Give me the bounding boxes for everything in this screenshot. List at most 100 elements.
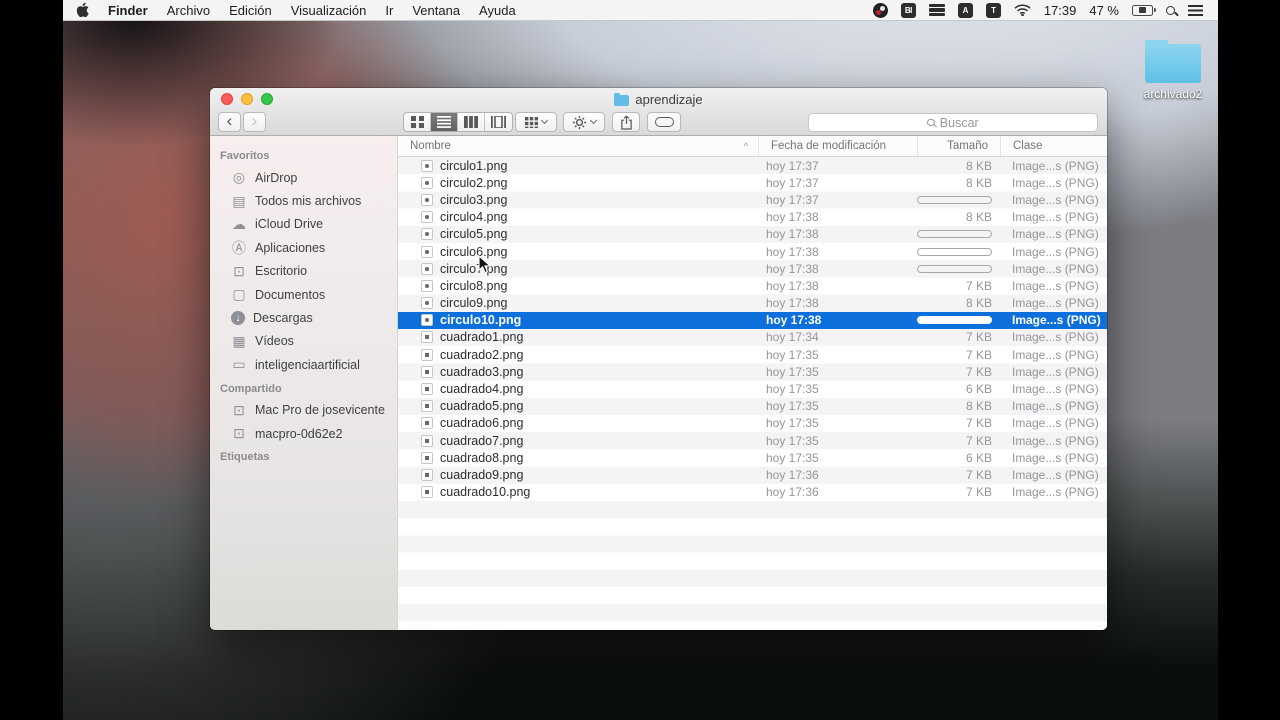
apple-menu[interactable] xyxy=(76,2,89,18)
stack-icon[interactable] xyxy=(928,3,945,17)
sidebar-item-aplicaciones[interactable]: Ⓐ Aplicaciones xyxy=(210,236,397,259)
file-name: circulo5.png xyxy=(440,227,508,242)
sidebar-item-inteligenciaartificial[interactable]: ▭ inteligenciaartificial xyxy=(210,353,397,376)
file-row-cuadrado2-png[interactable]: cuadrado2.png hoy 17:35 7 KB Image...s (PNG… xyxy=(398,346,1107,363)
file-name: circulo9.png xyxy=(440,296,508,311)
file-list: circulo1.png hoy 17:37 8 KB Image...s (PNG)… xyxy=(398,157,1107,630)
notification-center-icon[interactable] xyxy=(1188,4,1203,16)
size-progress-indicator xyxy=(917,195,992,204)
file-date: hoy 17:38 xyxy=(766,278,819,293)
file-size xyxy=(917,260,1000,277)
spotlight-search-icon[interactable] xyxy=(1166,5,1175,15)
sidebar-item-icloud-drive[interactable]: ☁ iCloud Drive xyxy=(210,213,397,236)
file-row-cuadrado5-png[interactable]: cuadrado5.png hoy 17:35 8 KB Image...s (PNG… xyxy=(398,398,1107,415)
sidebar: Favoritos ◎ AirDrop ▤ Todos mis archivos ☁ iCl… xyxy=(210,136,398,630)
sidebar-item-todos-mis-archivos[interactable]: ▤ Todos mis archivos xyxy=(210,189,397,212)
file-name-cell: cuadrado6.png xyxy=(398,415,758,432)
file-row-cuadrado8-png[interactable]: cuadrado8.png hoy 17:35 6 KB Image...s (PNG… xyxy=(398,449,1107,466)
icon-view-button[interactable] xyxy=(404,113,431,131)
file-name-cell: cuadrado4.png xyxy=(398,380,758,397)
tag-button[interactable] xyxy=(647,112,681,132)
file-row-circulo3-png[interactable]: circulo3.png hoy 17:37 Image...s (PNG) xyxy=(398,191,1107,208)
menu-bar-clock[interactable]: 17:39 xyxy=(1044,3,1077,18)
file-thumbnail xyxy=(421,245,433,258)
file-row-cuadrado7-png[interactable]: cuadrado7.png hoy 17:35 7 KB Image...s (PNG… xyxy=(398,432,1107,449)
file-name-cell: cuadrado1.png xyxy=(398,329,758,346)
file-row-circulo6-png[interactable]: circulo6.png hoy 17:38 Image...s (PNG) xyxy=(398,243,1107,260)
file-kind: Image...s (PNG) xyxy=(1012,244,1099,259)
sidebar-item-documentos[interactable]: ▢ Documentos xyxy=(210,283,397,306)
file-kind: Image...s (PNG) xyxy=(1012,313,1101,328)
file-size: 8 KB xyxy=(965,158,992,173)
forward-button[interactable]: › xyxy=(243,112,266,132)
t-icon[interactable]: T xyxy=(985,2,1001,18)
file-row-circulo8-png[interactable]: circulo8.png hoy 17:38 7 KB Image...s (PNG) xyxy=(398,277,1107,294)
file-name: circulo10.png xyxy=(440,313,522,328)
file-size: 8 KB xyxy=(965,296,992,311)
file-kind: Image...s (PNG) xyxy=(1012,330,1099,345)
menu-item-ir[interactable]: Ir xyxy=(385,3,393,18)
file-date: hoy 17:36 xyxy=(766,467,819,482)
file-name-cell: cuadrado3.png xyxy=(398,363,758,380)
column-header-tamano[interactable]: Tamaño xyxy=(917,136,1000,156)
file-row-circulo1-png[interactable]: circulo1.png hoy 17:37 8 KB Image...s (PNG) xyxy=(398,157,1107,174)
sidebar-item-mac-pro-de-josevicente[interactable]: ⊡ Mac Pro de josevicente xyxy=(210,399,397,422)
column-header-clase[interactable]: Clase xyxy=(1000,136,1107,156)
column-header-nombre[interactable]: Nombre ^ xyxy=(398,136,758,156)
file-row-circulo10-png[interactable]: circulo10.png hoy 17:38 Image...s (PNG) xyxy=(398,311,1107,329)
share-button[interactable] xyxy=(612,112,640,132)
sidebar-item-label: Vídeos xyxy=(255,334,294,349)
file-date: hoy 17:38 xyxy=(766,227,819,242)
obs-icon[interactable] xyxy=(872,2,888,18)
file-row-circulo4-png[interactable]: circulo4.png hoy 17:38 8 KB Image...s (PNG) xyxy=(398,209,1107,226)
file-row-cuadrado6-png[interactable]: cuadrado6.png hoy 17:35 7 KB Image...s (PNG… xyxy=(398,415,1107,432)
wifi-icon[interactable] xyxy=(1014,4,1031,16)
file-name-cell: cuadrado9.png xyxy=(398,466,758,483)
arrange-button[interactable] xyxy=(515,112,557,132)
file-kind: Image...s (PNG) xyxy=(1012,158,1099,173)
back-button[interactable]: ‹ xyxy=(218,112,241,132)
file-date: hoy 17:35 xyxy=(766,364,819,379)
sidebar-item-airdrop[interactable]: ◎ AirDrop xyxy=(210,166,397,189)
desktop-folder-archivado2[interactable]: archivado2 xyxy=(1138,37,1208,101)
file-date: hoy 17:35 xyxy=(766,416,819,431)
sidebar-item-escritorio[interactable]: ⊡ Escritorio xyxy=(210,260,397,283)
file-date: hoy 17:34 xyxy=(766,330,819,345)
coverflow-view-button[interactable] xyxy=(485,113,512,131)
menu-item-archivo[interactable]: Archivo xyxy=(167,3,210,18)
menu-item-ventana[interactable]: Ventana xyxy=(412,3,460,18)
sidebar-item-descargas[interactable]: ↓ Descargas xyxy=(210,306,397,329)
file-date: hoy 17:35 xyxy=(766,450,819,465)
menu-item-finder[interactable]: Finder xyxy=(108,3,148,18)
file-row-circulo2-png[interactable]: circulo2.png hoy 17:37 8 KB Image...s (PNG) xyxy=(398,174,1107,191)
bi-icon[interactable]: BI xyxy=(900,2,916,18)
title-bar[interactable]: aprendizaje xyxy=(210,88,1107,111)
gear-icon xyxy=(572,115,587,129)
file-row-circulo9-png[interactable]: circulo9.png hoy 17:38 8 KB Image...s (PNG) xyxy=(398,295,1107,312)
file-name-cell: cuadrado5.png xyxy=(398,398,758,415)
menu-item-visualizacion[interactable]: Visualización xyxy=(291,3,367,18)
sidebar-section-etiquetas: Etiquetas xyxy=(220,451,270,464)
file-row-cuadrado9-png[interactable]: cuadrado9.png hoy 17:36 7 KB Image...s (PNG… xyxy=(398,466,1107,483)
action-menu-button[interactable] xyxy=(563,112,605,132)
sidebar-item-macpro-0d62e2[interactable]: ⊡ macpro-0d62e2 xyxy=(210,422,397,445)
list-view-button[interactable] xyxy=(431,113,458,131)
search-field[interactable]: Buscar xyxy=(808,113,1098,132)
battery-icon[interactable] xyxy=(1132,4,1156,16)
size-progress-indicator xyxy=(917,247,992,256)
menu-item-edicion[interactable]: Edición xyxy=(229,3,272,18)
file-row-cuadrado4-png[interactable]: cuadrado4.png hoy 17:35 6 KB Image...s (PNG… xyxy=(398,380,1107,397)
adobe-icon[interactable]: A xyxy=(957,2,973,18)
column-header-label: Clase xyxy=(1013,140,1043,152)
file-row-cuadrado1-png[interactable]: cuadrado1.png hoy 17:34 7 KB Image...s (PNG… xyxy=(398,329,1107,346)
file-row-cuadrado3-png[interactable]: cuadrado3.png hoy 17:35 7 KB Image...s (PNG… xyxy=(398,363,1107,380)
file-row-circulo7-png[interactable]: circulo7.png hoy 17:38 Image...s (PNG) xyxy=(398,260,1107,277)
menu-bar: Finder Archivo Edición Visualización Ir Venta… xyxy=(63,0,1218,21)
sidebar-item-videos[interactable]: ▦ Vídeos xyxy=(210,330,397,353)
file-row-cuadrado10-png[interactable]: cuadrado10.png hoy 17:36 7 KB Image...s (PN… xyxy=(398,484,1107,501)
file-thumbnail xyxy=(421,434,433,447)
column-view-button[interactable] xyxy=(458,113,485,131)
menu-item-ayuda[interactable]: Ayuda xyxy=(479,3,516,18)
column-header-fecha-de-modificacion[interactable]: Fecha de modificación xyxy=(758,136,917,156)
file-row-circulo5-png[interactable]: circulo5.png hoy 17:38 Image...s (PNG) xyxy=(398,226,1107,243)
